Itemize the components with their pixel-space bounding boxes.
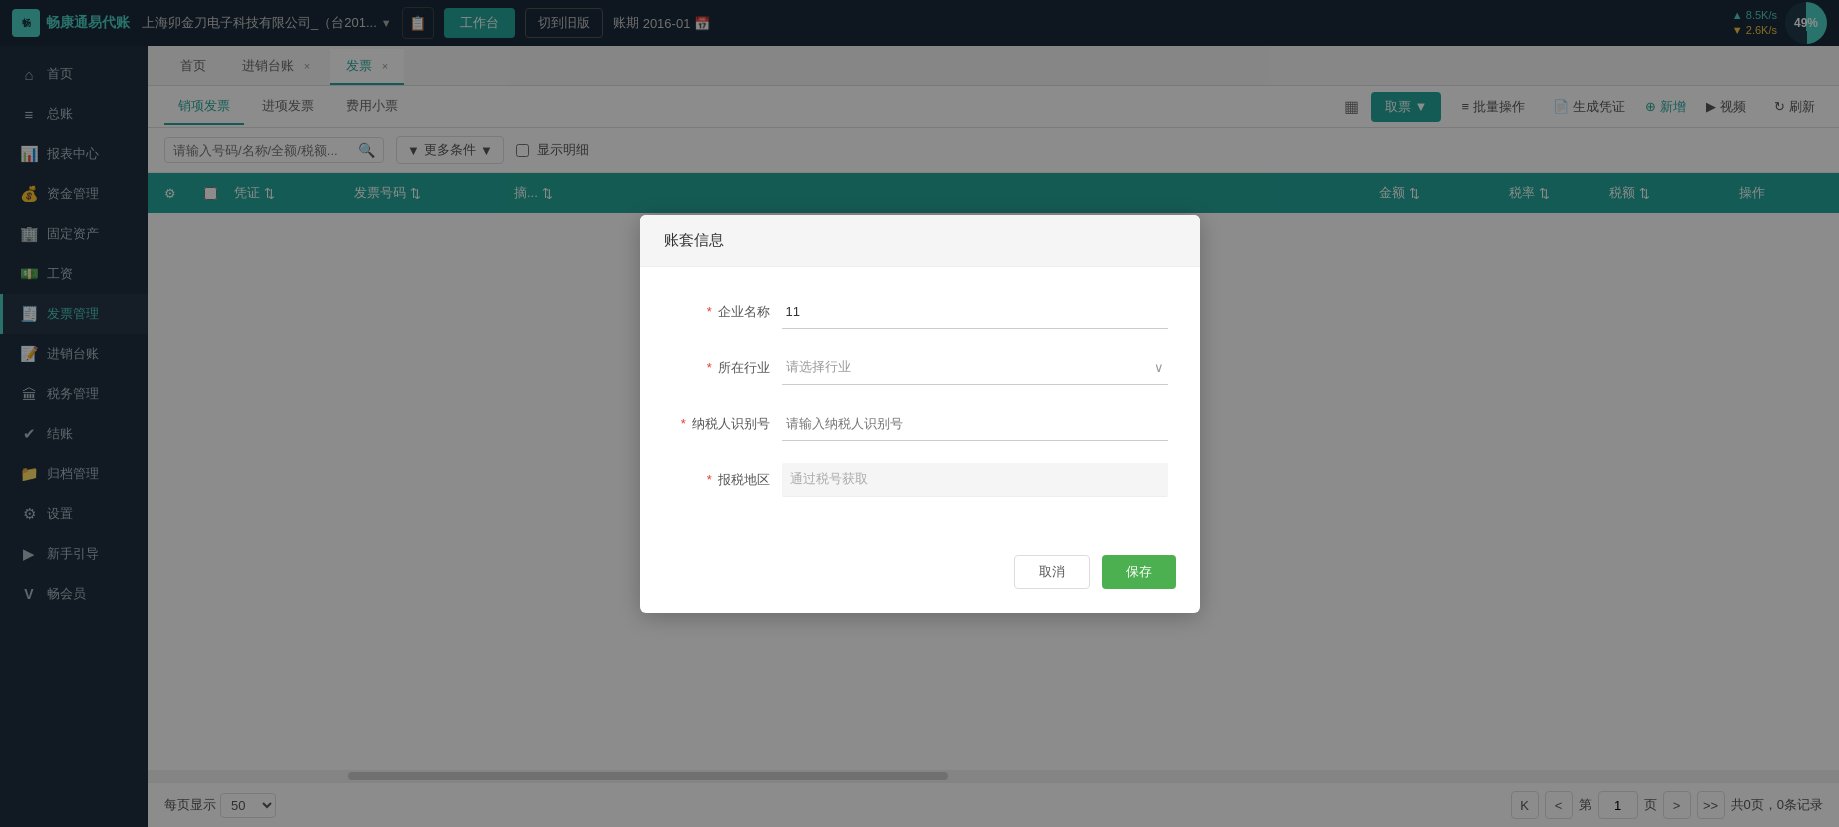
industry-select[interactable]: 请选择行业 ∨	[782, 351, 1168, 385]
required-star: *	[707, 304, 712, 319]
modal-body: * 企业名称 * 所在行业 请选择行业 ∨ *	[640, 267, 1200, 543]
company-name-input[interactable]	[782, 295, 1168, 329]
cancel-button[interactable]: 取消	[1014, 555, 1090, 589]
required-star-industry: *	[707, 360, 712, 375]
tax-id-input[interactable]	[782, 407, 1168, 441]
required-star-tax-region: *	[707, 472, 712, 487]
industry-label: * 所在行业	[672, 359, 782, 377]
account-info-modal: 账套信息 * 企业名称 * 所在行业 请选择行业 ∨	[640, 215, 1200, 613]
form-row-company-name: * 企业名称	[672, 295, 1168, 329]
company-name-label: * 企业名称	[672, 303, 782, 321]
form-row-industry: * 所在行业 请选择行业 ∨	[672, 351, 1168, 385]
industry-dropdown-icon: ∨	[1154, 360, 1164, 375]
form-row-tax-id: * 纳税人识别号	[672, 407, 1168, 441]
save-button[interactable]: 保存	[1102, 555, 1176, 589]
modal-header: 账套信息	[640, 215, 1200, 267]
modal-overlay[interactable]: 账套信息 * 企业名称 * 所在行业 请选择行业 ∨	[0, 0, 1839, 827]
tax-region-label: * 报税地区	[672, 471, 782, 489]
modal-footer: 取消 保存	[640, 543, 1200, 613]
tax-id-label: * 纳税人识别号	[672, 415, 782, 433]
form-row-tax-region: * 报税地区 通过税号获取	[672, 463, 1168, 497]
required-star-tax-id: *	[681, 416, 686, 431]
tax-region-display: 通过税号获取	[782, 463, 1168, 497]
